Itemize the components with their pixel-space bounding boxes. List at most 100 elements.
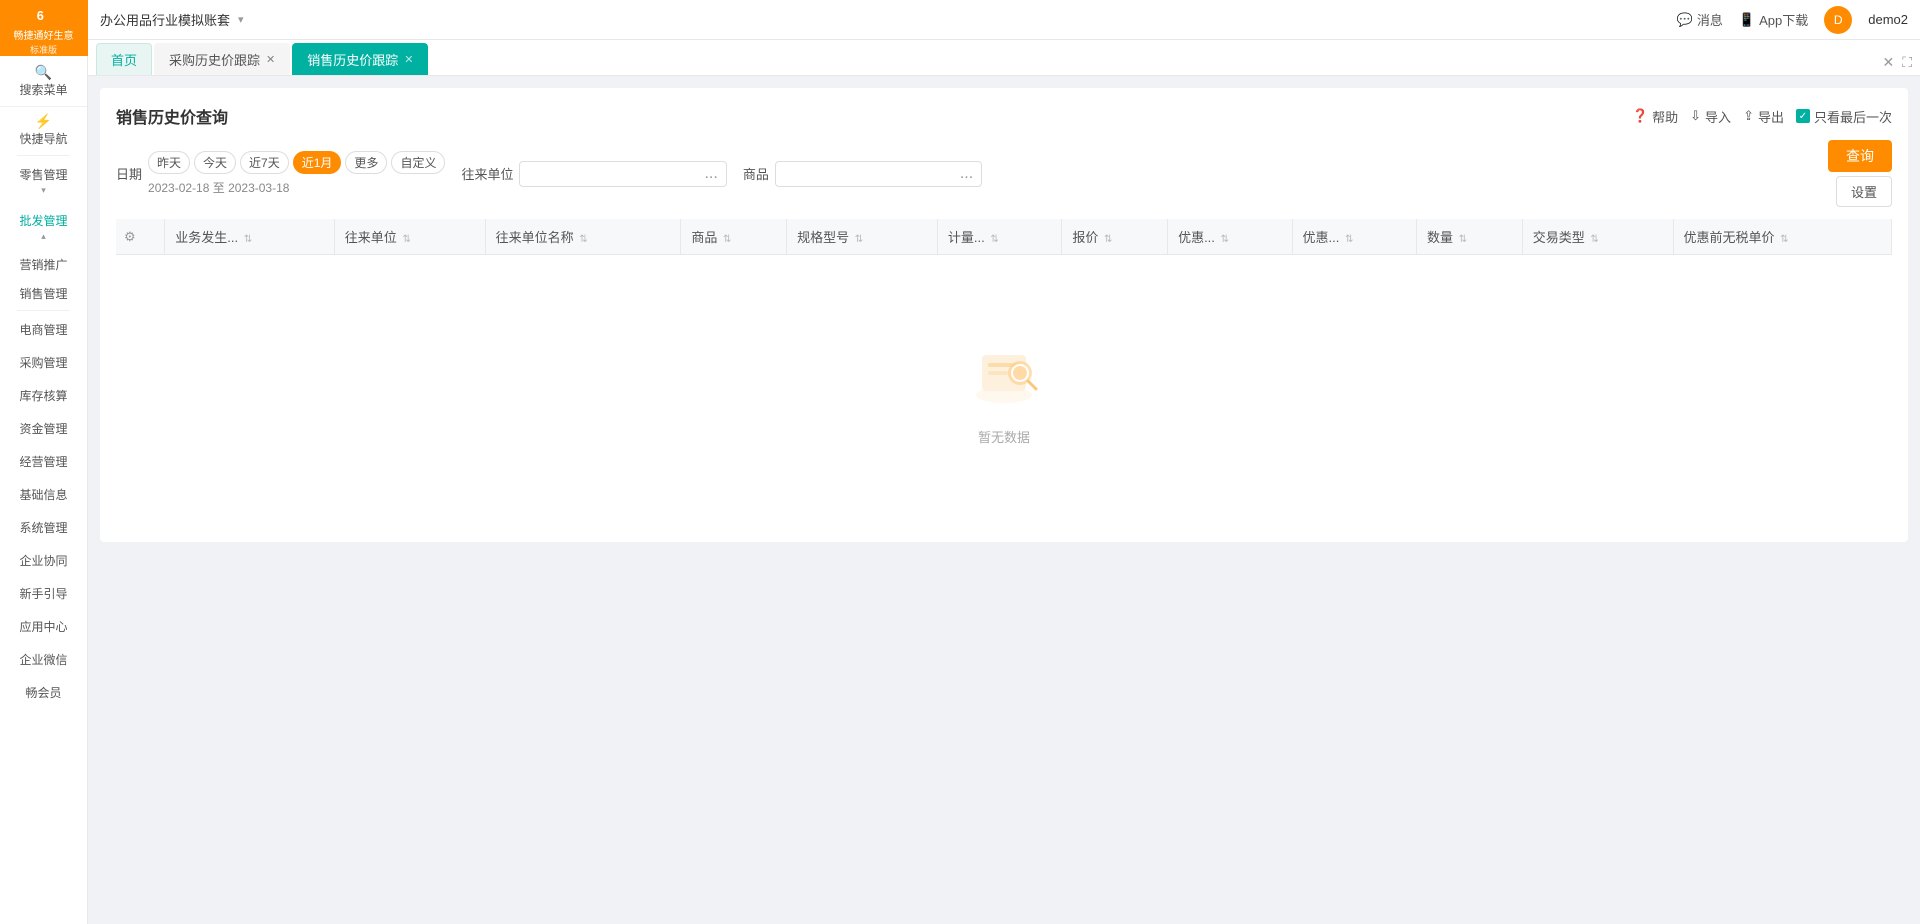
dropdown-icon[interactable]: ▾ (238, 13, 244, 26)
date-btn-7days[interactable]: 近7天 (240, 151, 289, 174)
sidebar-item-quick[interactable]: ⚡ 快捷导航 (0, 107, 87, 153)
table-settings-btn[interactable]: ⚙ (116, 219, 165, 255)
date-btn-yesterday[interactable]: 昨天 (148, 151, 190, 174)
query-btn[interactable]: 查询 (1828, 140, 1892, 172)
sidebar-item-sales-mgmt[interactable]: 销售管理 (0, 279, 87, 308)
th-partner-code[interactable]: 往来单位 ⇅ (334, 219, 485, 255)
main-content: 销售历史价查询 ❓ 帮助 ⇩ 导入 ⇪ 导出 ✓ 只看最后一次 (88, 76, 1920, 924)
filter-row: 日期 昨天 今天 近7天 近1月 更多 自定义 2023-02-18 至 202… (116, 140, 1892, 207)
topbar: 办公用品行业模拟账套 ▾ 💬 消息 📱 App下载 D demo2 (88, 0, 1920, 40)
empty-icon (964, 335, 1044, 415)
th-discount2[interactable]: 优惠... ⇅ (1292, 219, 1416, 255)
tab-sales[interactable]: 销售历史价跟踪 ✕ (292, 43, 428, 75)
sidebar-item-purchase[interactable]: 采购管理 (0, 346, 87, 379)
th-trade-type-sort-icon: ⇅ (1590, 234, 1598, 245)
sidebar-item-retail[interactable]: 零售管理 ▾ (0, 158, 87, 204)
th-discount1-sort-icon: ⇅ (1221, 234, 1229, 245)
svg-text:6: 6 (36, 9, 43, 23)
th-product-sort-icon: ⇅ (723, 234, 731, 245)
product-label: 商品 (743, 164, 769, 183)
date-btn-today[interactable]: 今天 (194, 151, 236, 174)
page-title-row: 销售历史价查询 ❓ 帮助 ⇩ 导入 ⇪ 导出 ✓ 只看最后一次 (116, 104, 1892, 128)
date-btn-more[interactable]: 更多 (345, 151, 387, 174)
tabbar-close-btn[interactable]: ✕ (1882, 54, 1894, 71)
help-btn[interactable]: ❓ 帮助 (1632, 107, 1678, 126)
data-table: ⚙ 业务发生... ⇅ 往来单位 ⇅ 往来单位名称 ⇅ (116, 219, 1892, 255)
th-product[interactable]: 商品 ⇅ (681, 219, 787, 255)
help-icon: ❓ (1632, 108, 1648, 124)
source-input-wrap: ... (519, 161, 726, 187)
th-date-sort-icon: ⇅ (244, 234, 252, 245)
sidebar-item-basic[interactable]: 基础信息 (0, 478, 87, 511)
th-qty[interactable]: 数量 ⇅ (1417, 219, 1523, 255)
th-price-label: 报价 (1072, 230, 1098, 245)
tab-purchase-close-icon[interactable]: ✕ (266, 53, 275, 66)
user-avatar[interactable]: D (1824, 6, 1852, 34)
sidebar-item-search[interactable]: 🔍 搜索菜单 (0, 56, 87, 107)
th-date[interactable]: 业务发生... ⇅ (165, 219, 335, 255)
appdownload-icon: 📱 (1739, 12, 1755, 28)
only-last-checkbox[interactable]: ✓ 只看最后一次 (1796, 107, 1892, 126)
th-price[interactable]: 报价 ⇅ (1062, 219, 1168, 255)
th-price-sort-icon: ⇅ (1104, 234, 1112, 245)
only-last-label: 只看最后一次 (1814, 107, 1892, 126)
page-actions: ❓ 帮助 ⇩ 导入 ⇪ 导出 ✓ 只看最后一次 (1632, 107, 1892, 126)
th-unit-label: 计量... (948, 230, 985, 245)
username-label[interactable]: demo2 (1868, 12, 1908, 27)
th-qty-sort-icon: ⇅ (1459, 234, 1467, 245)
checkbox-checked-icon: ✓ (1796, 109, 1810, 123)
th-partner-name[interactable]: 往来单位名称 ⇅ (485, 219, 681, 255)
sidebar-item-wholesale[interactable]: 批发管理 ▴ (0, 204, 87, 250)
sidebar-item-system[interactable]: 系统管理 (0, 511, 87, 544)
import-btn[interactable]: ⇩ 导入 (1690, 107, 1731, 126)
product-dots-icon[interactable]: ... (960, 165, 973, 183)
date-btn-custom[interactable]: 自定义 (391, 151, 445, 174)
sidebar-item-guide[interactable]: 新手引导 (0, 577, 87, 610)
th-unit[interactable]: 计量... ⇅ (937, 219, 1061, 255)
sidebar-item-ecommerce[interactable]: 电商管理 (0, 313, 87, 346)
appdownload-label: App下载 (1759, 10, 1808, 29)
export-label: 导出 (1758, 107, 1784, 126)
tab-purchase[interactable]: 采购历史价跟踪 ✕ (154, 43, 290, 75)
th-spec[interactable]: 规格型号 ⇅ (787, 219, 938, 255)
source-label: 往来单位 (461, 164, 513, 183)
import-label: 导入 (1705, 107, 1731, 126)
sidebar-item-marketing[interactable]: 营销推广 (0, 250, 87, 279)
filter-right: 查询 设置 (1828, 140, 1892, 207)
help-label: 帮助 (1652, 107, 1678, 126)
product-input[interactable] (784, 166, 960, 181)
settings-btn[interactable]: 设置 (1836, 176, 1892, 207)
source-input[interactable] (528, 166, 704, 181)
th-pretax-sort-icon: ⇅ (1780, 234, 1788, 245)
filter-product: 商品 ... (743, 161, 982, 187)
topbar-left: 办公用品行业模拟账套 ▾ (100, 10, 1677, 29)
sidebar-item-inventory[interactable]: 库存核算 (0, 379, 87, 412)
source-dots-icon[interactable]: ... (704, 165, 717, 183)
page-card: 销售历史价查询 ❓ 帮助 ⇩ 导入 ⇪ 导出 ✓ 只看最后一次 (100, 88, 1908, 542)
th-qty-label: 数量 (1427, 230, 1453, 245)
sidebar-item-finance[interactable]: 资金管理 (0, 412, 87, 445)
app-logo[interactable]: 6 畅捷通好生意 标准版 (0, 0, 88, 56)
tab-sales-close-icon[interactable]: ✕ (404, 53, 413, 66)
th-trade-type-label: 交易类型 (1533, 230, 1585, 245)
sidebar-item-wechat[interactable]: 企业微信 (0, 643, 87, 676)
topbar-message[interactable]: 💬 消息 (1677, 10, 1723, 29)
date-label: 日期 (116, 164, 142, 183)
th-trade-type[interactable]: 交易类型 ⇅ (1522, 219, 1673, 255)
sidebar-item-member[interactable]: 畅会员 (0, 676, 87, 709)
wholesale-chevron-icon: ▴ (41, 231, 46, 242)
sidebar-item-collab[interactable]: 企业协同 (0, 544, 87, 577)
th-discount1[interactable]: 优惠... ⇅ (1168, 219, 1292, 255)
th-spec-label: 规格型号 (797, 230, 849, 245)
sidebar-item-app-center[interactable]: 应用中心 (0, 610, 87, 643)
sidebar-item-operation[interactable]: 经营管理 (0, 445, 87, 478)
date-btn-1month[interactable]: 近1月 (293, 151, 342, 174)
th-discount1-label: 优惠... (1178, 230, 1215, 245)
topbar-appdownload[interactable]: 📱 App下载 (1739, 10, 1808, 29)
th-pretax[interactable]: 优惠前无税单价 ⇅ (1673, 219, 1891, 255)
export-btn[interactable]: ⇪ 导出 (1743, 107, 1784, 126)
product-input-wrap: ... (775, 161, 982, 187)
tab-home[interactable]: 首页 (96, 43, 152, 75)
th-date-label: 业务发生... (175, 230, 238, 245)
tabbar-expand-btn[interactable]: ⛶ (1902, 54, 1912, 71)
